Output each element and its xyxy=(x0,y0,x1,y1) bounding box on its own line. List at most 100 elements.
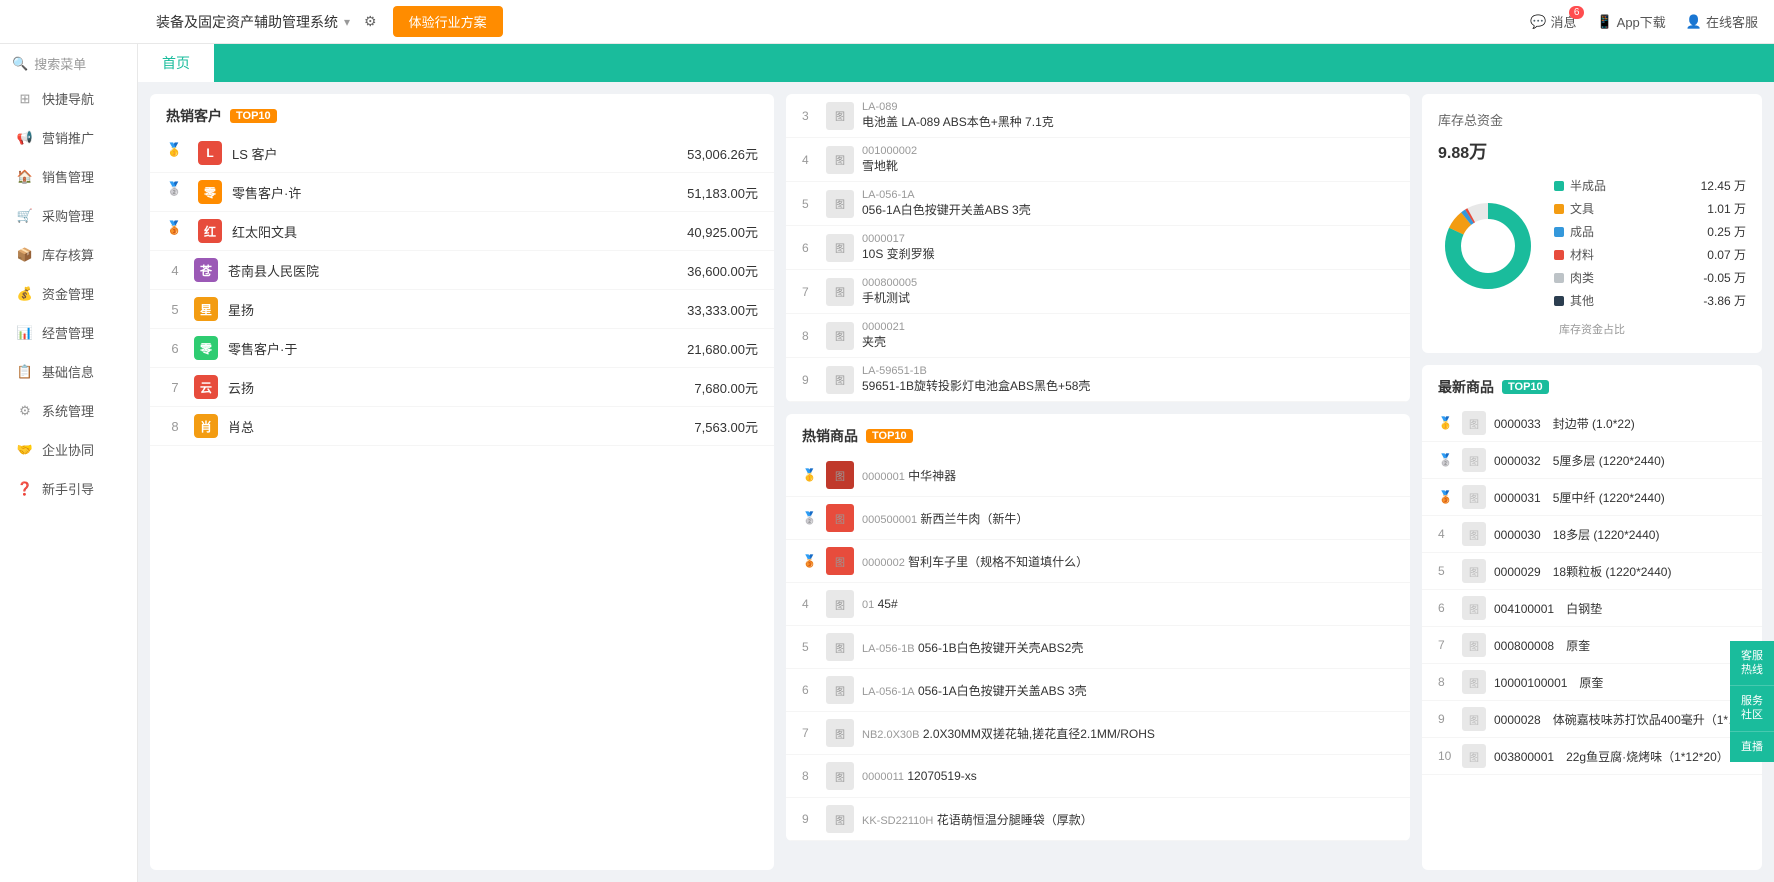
rank-medal: 🥉 xyxy=(166,220,188,242)
customer-avatar: 肖 xyxy=(194,414,218,438)
sidebar-icon-operation: 📊 xyxy=(16,324,34,342)
hot-rank-number: 7 xyxy=(802,726,818,740)
product-thumb: 图 xyxy=(826,146,854,174)
float-buttons: 客服热线 服务社区 直播 xyxy=(1730,641,1774,762)
customer-avatar: 星 xyxy=(194,297,218,321)
sidebar-label-quick-nav: 快捷导航 xyxy=(42,89,94,108)
sidebar-item-purchase[interactable]: 🛒采购管理 xyxy=(0,196,137,235)
main-content: 首页 热销客户 TOP10 🥇 L LS 客户 53,006.26元 🥈 零 零… xyxy=(138,44,1774,882)
hot-products-title: 热销商品 xyxy=(802,426,858,446)
new-rank-number: 7 xyxy=(1438,638,1454,652)
hot-products-badge: TOP10 xyxy=(866,429,913,443)
customer-avatar: 零 xyxy=(198,180,222,204)
legend-item: 其他 -3.86 万 xyxy=(1554,292,1746,309)
sidebar-item-system[interactable]: ⚙ 系统管理 xyxy=(0,391,137,430)
customer-amount: 53,006.26元 xyxy=(687,144,758,163)
tab-home[interactable]: 首页 xyxy=(138,44,214,82)
product-thumb: 图 xyxy=(826,278,854,306)
chevron-down-icon: ▾ xyxy=(344,15,350,29)
product-name: 手机测试 xyxy=(862,289,1394,306)
hot-products-header: 热销商品 TOP10 xyxy=(786,414,1410,454)
new-rank-medal: 🥇 xyxy=(1438,416,1454,430)
recent-product-item: 3 图 LA-089 电池盖 LA-089 ABS本色+黑种 7.1克 xyxy=(786,94,1410,138)
product-name: 雪地靴 xyxy=(862,157,1394,174)
sidebar-icon-finance: 💰 xyxy=(16,285,34,303)
trial-button[interactable]: 体验行业方案 xyxy=(393,6,503,37)
sidebar-label-system: 系统管理 xyxy=(42,401,94,420)
sidebar-icon-system: ⚙ xyxy=(16,402,34,420)
hot-product-name: 056-1A白色按键开关盖ABS 3壳 xyxy=(918,684,1087,698)
product-info: 000800005 手机测试 xyxy=(862,277,1394,306)
online-service-button[interactable]: 👤 在线客服 xyxy=(1686,12,1758,31)
sidebar-item-enterprise[interactable]: 🤝企业协同 xyxy=(0,430,137,469)
float-community-btn[interactable]: 服务社区 xyxy=(1730,686,1774,732)
product-rank: 7 xyxy=(802,285,818,299)
new-product-item: 8 图 10000100001 原奎 xyxy=(1422,664,1762,701)
new-product-item: 4 图 0000030 18多层 (1220*2440) xyxy=(1422,516,1762,553)
product-info: LA-056-1A 056-1A白色按键开关盖ABS 3壳 xyxy=(862,189,1394,218)
hot-product-info: 000500001 新西兰牛肉（新牛） xyxy=(862,510,1394,527)
hot-product-thumb: 图 xyxy=(826,676,854,704)
customer-list-item: 🥉 红 红太阳文具 40,925.00元 xyxy=(150,212,774,251)
product-info: 001000002 雪地靴 xyxy=(862,145,1394,174)
sidebar-label-purchase: 采购管理 xyxy=(42,206,94,225)
product-name: 夹壳 xyxy=(862,333,1394,350)
legend-value: 12.45 万 xyxy=(1701,177,1746,194)
customer-list-item: 8 肖 肖总 7,563.00元 xyxy=(150,407,774,446)
service-icon: 👤 xyxy=(1686,14,1702,30)
legend-value: 0.07 万 xyxy=(1707,246,1746,263)
hot-product-name: 2.0X30MM双搓花轴,搓花直径2.1MM/ROHS xyxy=(923,727,1155,741)
legend-label: 文具 xyxy=(1570,200,1701,217)
hot-product-name: 12070519-xs xyxy=(907,769,976,783)
product-thumb: 图 xyxy=(826,366,854,394)
sidebar-label-sales: 销售管理 xyxy=(42,167,94,186)
hot-product-item: 🥉 图 0000002 智利车子里（规格不知道填什么） xyxy=(786,540,1410,583)
legend-label: 肉类 xyxy=(1570,269,1697,286)
hot-product-name: 智利车子里（规格不知道填什么） xyxy=(908,555,1088,569)
customer-name: 苍南县人民医院 xyxy=(228,261,677,280)
sidebar-item-inventory[interactable]: 📦库存核算 xyxy=(0,235,137,274)
hot-product-code: 0000002 xyxy=(862,557,905,569)
sidebar-item-basic[interactable]: 📋基础信息 xyxy=(0,352,137,391)
sidebar-item-quick-nav[interactable]: ⊞ 快捷导航 xyxy=(0,79,137,118)
hot-rank-number: 5 xyxy=(802,640,818,654)
app-download-button[interactable]: 📱 App下载 xyxy=(1596,12,1665,31)
product-rank: 4 xyxy=(802,153,818,167)
customer-amount: 51,183.00元 xyxy=(687,183,758,202)
donut-svg xyxy=(1438,196,1538,296)
sidebar-label-inventory: 库存核算 xyxy=(42,245,94,264)
inventory-summary-card: 库存总资金 9.88万 xyxy=(1422,94,1762,353)
rank-medal: 🥈 xyxy=(166,181,188,203)
settings-icon[interactable]: ⚙ xyxy=(364,13,377,30)
system-selector[interactable]: 装备及固定资产辅助管理系统 ▾ ⚙ xyxy=(156,12,377,32)
customer-list-item: 5 星 星扬 33,333.00元 xyxy=(150,290,774,329)
sidebar-item-operation[interactable]: 📊经营管理 xyxy=(0,313,137,352)
sidebar-icon-quick-nav: ⊞ xyxy=(16,90,34,108)
legend-item: 肉类 -0.05 万 xyxy=(1554,269,1746,286)
sidebar-item-marketing[interactable]: 📢营销推广 xyxy=(0,118,137,157)
legend-dot xyxy=(1554,296,1564,306)
rank-number: 5 xyxy=(166,302,184,317)
sidebar-item-finance[interactable]: 💰资金管理 xyxy=(0,274,137,313)
sidebar-item-guide[interactable]: ❓新手引导 xyxy=(0,469,137,508)
float-service-btn[interactable]: 客服热线 xyxy=(1730,641,1774,687)
legend-value: 1.01 万 xyxy=(1707,200,1746,217)
inventory-unit: 万 xyxy=(1469,142,1487,162)
messages-button[interactable]: 💬 消息 6 xyxy=(1530,12,1576,31)
new-product-list: 🥇 图 0000033 封边带 (1.0*22) 🥈 图 0000032 5厘多… xyxy=(1422,405,1762,775)
float-live-btn[interactable]: 直播 xyxy=(1730,732,1774,762)
hot-product-thumb: 图 xyxy=(826,719,854,747)
customer-avatar: 云 xyxy=(194,375,218,399)
recent-product-item: 7 图 000800005 手机测试 xyxy=(786,270,1410,314)
new-rank-medal: 🥈 xyxy=(1438,453,1454,467)
product-info: 0000017 10S 变刹罗猴 xyxy=(862,233,1394,262)
customer-avatar: 红 xyxy=(198,219,222,243)
sidebar-item-sales[interactable]: 🏠销售管理 xyxy=(0,157,137,196)
sidebar-search[interactable]: 🔍 搜索菜单 xyxy=(0,44,137,79)
legend-label: 半成品 xyxy=(1570,177,1695,194)
product-rank: 6 xyxy=(802,241,818,255)
new-product-detail: 0000033 封边带 (1.0*22) xyxy=(1494,415,1746,432)
hot-product-name: 中华神器 xyxy=(908,469,956,483)
new-product-thumb: 图 xyxy=(1462,522,1486,546)
sidebar-nav: ⊞ 快捷导航 📢营销推广🏠销售管理🛒采购管理📦库存核算💰资金管理📊经营管理📋基础信息… xyxy=(0,79,137,508)
